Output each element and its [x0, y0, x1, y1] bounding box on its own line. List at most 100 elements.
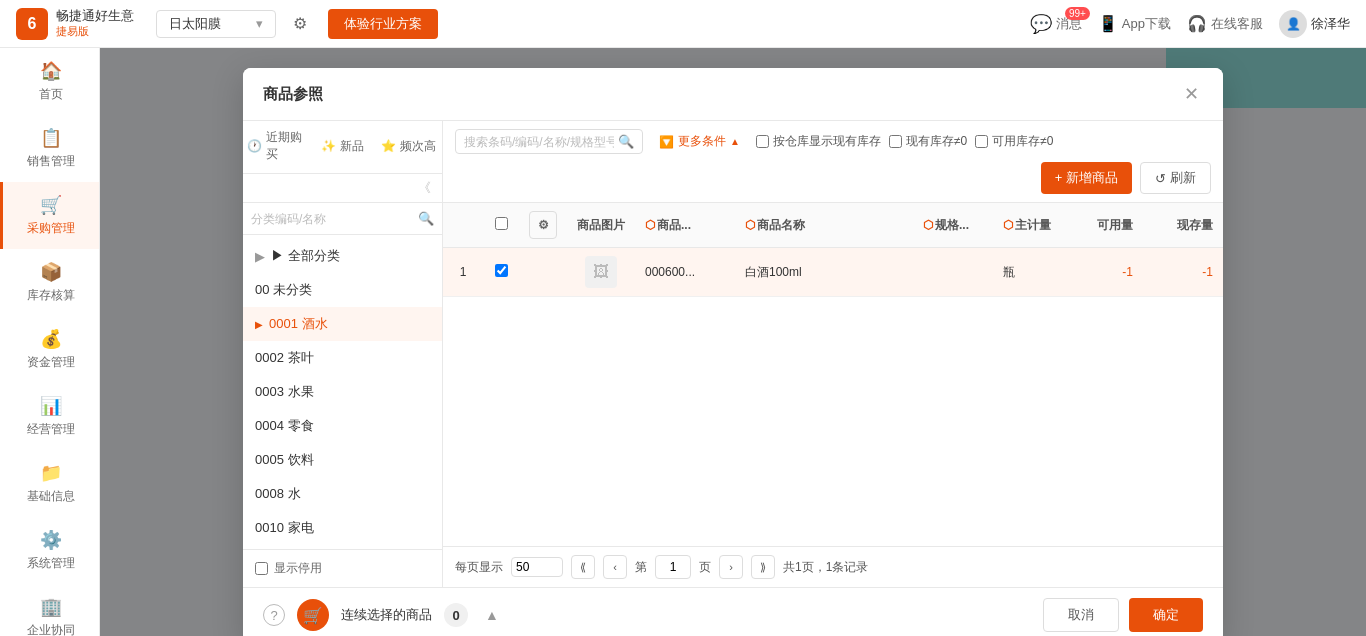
col-header-code[interactable]: ⬡ 商品...	[635, 203, 735, 248]
dropdown-arrow-icon: ▾	[256, 16, 263, 31]
home-icon: 🏠	[40, 60, 62, 82]
message-icon: 💬	[1030, 13, 1052, 35]
col-header-image: 商品图片	[567, 203, 635, 248]
sidebar-item-operation[interactable]: 📊 经营管理	[0, 383, 99, 450]
warehouse-checkbox[interactable]	[756, 135, 769, 148]
products-table: ⚙ 商品图片	[443, 203, 1223, 297]
col-header-spec[interactable]: ⬡ 规格...	[913, 203, 993, 248]
category-search-icon[interactable]: 🔍	[418, 211, 434, 226]
sidebar-item-purchase[interactable]: 🛒 采购管理	[0, 182, 99, 249]
top-nav: 6 畅捷通好生意 捷易版 日太阳膜 ▾ ⚙ 体验行业方案 💬 99+ 消息 📱 …	[0, 0, 1366, 48]
page-prev-button[interactable]: ‹	[603, 555, 627, 579]
page-last-button[interactable]: ⟫	[751, 555, 775, 579]
category-item-0008[interactable]: 0008 水	[243, 477, 442, 511]
page-first-button[interactable]: ⟪	[571, 555, 595, 579]
sort-spec-icon: ⬡	[923, 218, 933, 232]
nonzero-stock-checkbox[interactable]	[889, 135, 902, 148]
tab-new[interactable]: ✨ 新品	[309, 121, 375, 173]
category-search: 🔍	[243, 203, 442, 235]
help-icon[interactable]: ?	[263, 604, 285, 626]
category-item-0001[interactable]: ▶ 0001 酒水	[243, 307, 442, 341]
col-header-stock[interactable]: 现存量	[1143, 203, 1223, 248]
cart-icon[interactable]: 🛒	[297, 599, 329, 631]
cancel-button[interactable]: 取消	[1043, 598, 1119, 632]
finance-icon: 💰	[40, 328, 62, 350]
refresh-button[interactable]: ↺ 刷新	[1140, 162, 1211, 194]
footer-collapse-button[interactable]: ▲	[480, 603, 504, 627]
base-icon: 📁	[40, 462, 62, 484]
store-selector[interactable]: 日太阳膜 ▾	[156, 10, 276, 38]
sidebar-item-finance[interactable]: 💰 资金管理	[0, 316, 99, 383]
phone-icon: 📱	[1098, 14, 1118, 33]
toolbar-right: + 新增商品 ↺ 刷新	[1041, 162, 1211, 194]
page-number-input[interactable]	[655, 555, 691, 579]
product-search-icon[interactable]: 🔍	[618, 134, 634, 149]
tab-frequent[interactable]: ⭐ 频次高	[376, 121, 442, 173]
confirm-button[interactable]: 确定	[1129, 598, 1203, 632]
purchase-icon: 🛒	[40, 194, 62, 216]
sidebar-item-inventory[interactable]: 📦 库存核算	[0, 249, 99, 316]
sort-name-icon: ⬡	[745, 218, 755, 232]
show-disabled-checkbox[interactable]	[255, 562, 268, 575]
sidebar-item-sales[interactable]: 📋 销售管理	[0, 115, 99, 182]
product-table: ⚙ 商品图片	[443, 203, 1223, 546]
col-header-name[interactable]: ⬡ 商品名称	[735, 203, 913, 248]
modal-overlay: 商品参照 ✕ 🕐 近期购买 ✨	[100, 48, 1366, 636]
logo-sub: 捷易版	[56, 24, 134, 39]
expanded-arrow-icon: ▶	[255, 319, 263, 330]
modal-footer: ? 🛒 连续选择的商品 0 ▲ 取消 确定	[243, 587, 1223, 636]
col-header-index	[443, 203, 483, 248]
settings-icon[interactable]: ⚙	[284, 8, 316, 40]
product-search-input[interactable]	[464, 135, 614, 149]
tab-recent[interactable]: 🕐 近期购买	[243, 121, 309, 173]
new-icon: ✨	[321, 139, 336, 153]
add-product-button[interactable]: + 新增商品	[1041, 162, 1132, 194]
cell-stock: -1	[1143, 248, 1223, 297]
page-next-button[interactable]: ›	[719, 555, 743, 579]
category-item-0003[interactable]: 0003 水果	[243, 375, 442, 409]
category-item-0004[interactable]: 0004 零食	[243, 409, 442, 443]
category-list: ▶ ▶ 全部分类 00 未分类 ▶ 0001 酒水 0002	[243, 235, 442, 549]
category-item-0002[interactable]: 0002 茶叶	[243, 341, 442, 375]
category-footer: 显示停用	[243, 549, 442, 587]
category-item-0010[interactable]: 0010 家电	[243, 511, 442, 545]
category-item-0005[interactable]: 0005 饮料	[243, 443, 442, 477]
recent-icon: 🕐	[247, 139, 262, 153]
operation-icon: 📊	[40, 395, 62, 417]
col-header-unit[interactable]: ⬡ 主计量	[993, 203, 1063, 248]
avatar: 👤	[1279, 10, 1307, 38]
online-service-button[interactable]: 🎧 在线客服	[1187, 14, 1263, 33]
category-item-00[interactable]: 00 未分类	[243, 273, 442, 307]
col-header-avail[interactable]: 可用量	[1063, 203, 1143, 248]
modal-close-button[interactable]: ✕	[1179, 82, 1203, 106]
inventory-icon: 📦	[40, 261, 62, 283]
nonzero-avail-filter[interactable]: 可用库存≠0	[975, 133, 1053, 150]
collapse-panel-button[interactable]: 《	[414, 178, 434, 198]
product-search-box: 🔍	[455, 129, 643, 154]
row-checkbox[interactable]	[495, 264, 508, 277]
logo-area: 6 畅捷通好生意 捷易版	[16, 8, 136, 40]
product-image: 🖼	[585, 256, 617, 288]
nonzero-stock-filter[interactable]: 现有库存≠0	[889, 133, 967, 150]
nonzero-avail-checkbox[interactable]	[975, 135, 988, 148]
cell-index: 1	[443, 248, 483, 297]
sidebar-item-home[interactable]: 🏠 首页	[0, 48, 99, 115]
category-search-input[interactable]	[251, 212, 414, 226]
user-menu[interactable]: 👤 徐泽华	[1279, 10, 1350, 38]
product-panel: 🔍 🔽 更多条件 ▲ 按仓库显示现有库存	[443, 121, 1223, 587]
trial-button[interactable]: 体验行业方案	[328, 9, 438, 39]
select-all-checkbox[interactable]	[495, 217, 508, 230]
category-item-all[interactable]: ▶ ▶ 全部分类	[243, 239, 442, 273]
messages-button[interactable]: 💬 99+ 消息	[1030, 13, 1082, 35]
sidebar-item-base[interactable]: 📁 基础信息	[0, 450, 99, 517]
sidebar-item-system[interactable]: ⚙️ 系统管理	[0, 517, 99, 584]
system-icon: ⚙️	[40, 529, 62, 551]
sort-icon: ⬡	[645, 218, 655, 232]
sidebar-item-enterprise[interactable]: 🏢 企业协同	[0, 584, 99, 636]
column-settings-icon[interactable]: ⚙	[529, 211, 557, 239]
page-size-select[interactable]: 50 10 20 100	[511, 557, 563, 577]
warehouse-filter[interactable]: 按仓库显示现有库存	[756, 133, 881, 150]
app-download-button[interactable]: 📱 App下载	[1098, 14, 1171, 33]
more-filters-button[interactable]: 🔽 更多条件 ▲	[651, 129, 748, 154]
table-row[interactable]: 1 🖼 000600...	[443, 248, 1223, 297]
